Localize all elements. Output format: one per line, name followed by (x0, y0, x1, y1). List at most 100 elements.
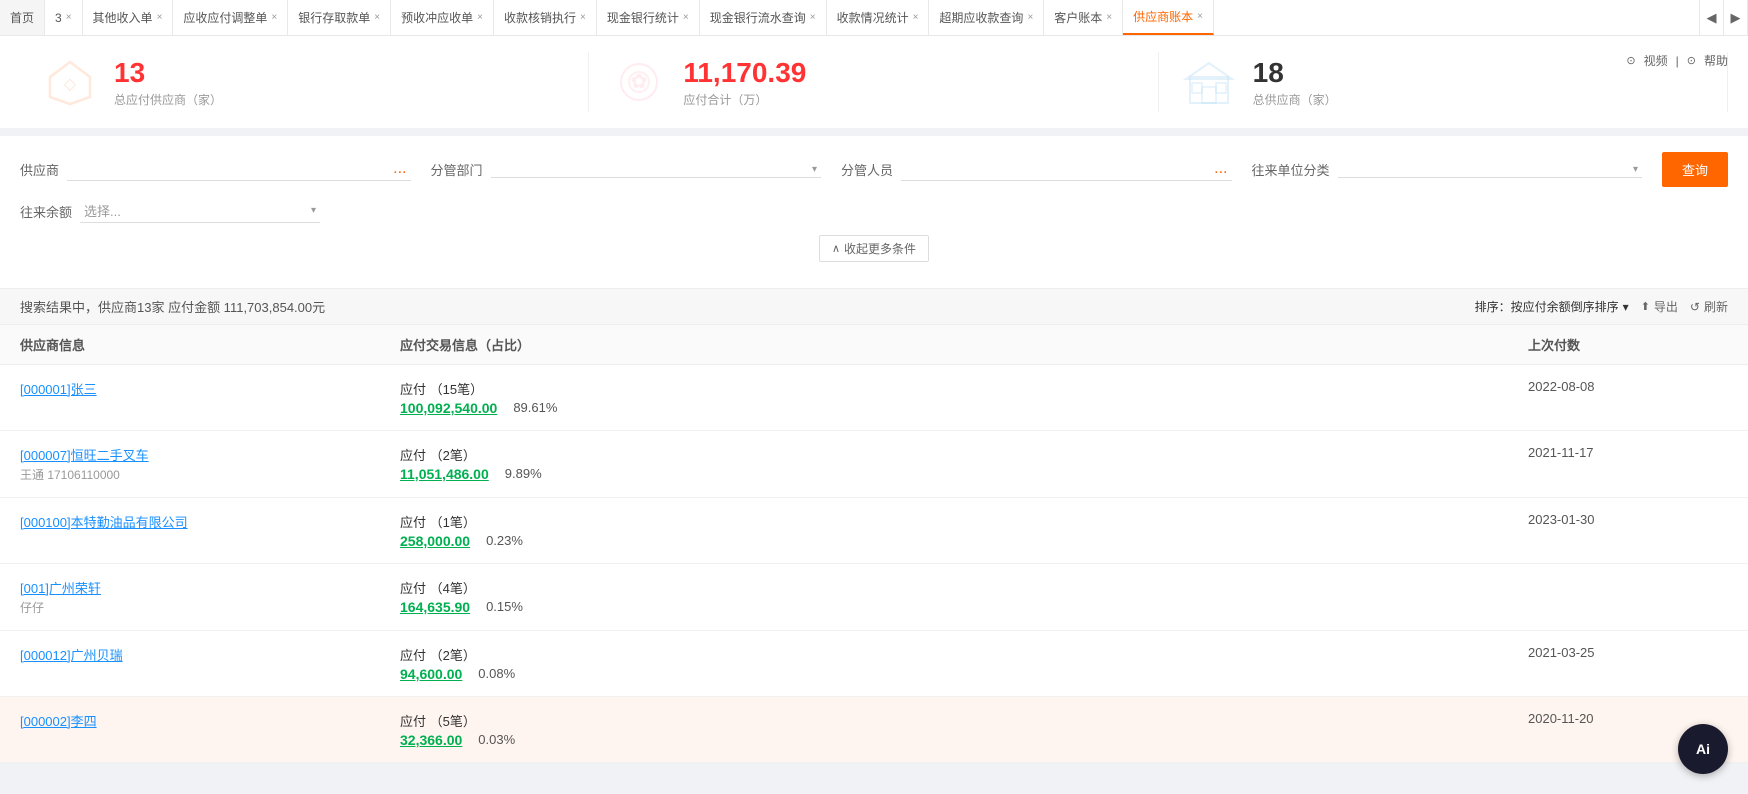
payable-count-2: （1笔） (430, 515, 476, 530)
table-row[interactable]: [001]广州荣轩 仔仔 应付 （4笔） 164,635.90 0.15% (0, 564, 1748, 631)
tab-cash-bank-stat[interactable]: 现金银行统计 × (597, 0, 700, 35)
tab-payment-stat[interactable]: 收款情况统计 × (827, 0, 930, 35)
help-link[interactable]: 帮助 (1704, 52, 1728, 69)
filter-balance: 往来余额 选择... ▾ (20, 199, 320, 223)
refresh-button[interactable]: ↺ 刷新 (1690, 298, 1728, 315)
query-button[interactable]: 查询 (1662, 152, 1728, 187)
payable-suppliers-label: 总应付供应商（家） (114, 91, 222, 108)
supplier-link-3[interactable]: [001]广州荣轩 (20, 578, 400, 597)
tab-customer-book[interactable]: 客户账本 × (1044, 0, 1123, 35)
tab-overdue-query[interactable]: 超期应收款查询 × (929, 0, 1044, 35)
table-row[interactable]: [000001]张三 应付 （15笔） 100,092,540.00 89.61… (0, 365, 1748, 431)
sort-dropdown[interactable]: 排序：按应付余额倒序排序 ▾ (1475, 298, 1629, 315)
tab-3-close[interactable]: × (66, 12, 72, 23)
nav-right-arrow[interactable]: ▶ (1724, 0, 1748, 36)
close-payment-verify[interactable]: × (580, 12, 586, 23)
payable-label-5: 应付 （5笔） (400, 711, 1528, 730)
tx-amount-4[interactable]: 94,600.00 (400, 666, 462, 682)
close-cash-bank-stat[interactable]: × (683, 12, 689, 23)
supplier-cell-4: [000012]广州贝瑞 (20, 645, 400, 664)
close-other-income[interactable]: × (157, 12, 163, 23)
nav-left-arrow[interactable]: ◀ (1700, 0, 1724, 36)
collapse-button[interactable]: ∧ 收起更多条件 (819, 235, 929, 262)
video-icon: ⊙ (1626, 54, 1635, 67)
balance-chevron-icon: ▾ (311, 205, 316, 216)
close-ar-ap[interactable]: × (271, 12, 277, 23)
tab-supplier-book[interactable]: 供应商账本 × (1123, 0, 1214, 35)
collapse-up-icon: ∧ (832, 242, 840, 255)
table-row[interactable]: [000100]本特勤油品有限公司 应付 （1笔） 258,000.00 0.2… (0, 498, 1748, 564)
ai-button[interactable]: Ai (1678, 724, 1728, 774)
person-label: 分管人员 (841, 160, 893, 179)
tab-bank-label: 银行存取款单 (298, 9, 370, 26)
video-link[interactable]: 视频 (1644, 52, 1668, 69)
payable-text-1: 应付 (400, 448, 430, 463)
refresh-label: 刷新 (1704, 298, 1728, 315)
payable-total-amount: 11,170.39 (683, 56, 806, 90)
tab-cash-bank-query[interactable]: 现金银行流水查询 × (700, 0, 827, 35)
export-button[interactable]: ⬆ 导出 (1641, 298, 1678, 315)
dept-select-wrapper[interactable]: ▾ (491, 162, 821, 178)
svg-text:◇: ◇ (64, 76, 77, 93)
person-dots-btn[interactable]: ... (1214, 160, 1227, 178)
lastpay-cell-0: 2022-08-08 (1528, 379, 1728, 394)
supplier-dots-btn[interactable]: ... (393, 160, 406, 178)
tab-payment-verify[interactable]: 收款核销执行 × (494, 0, 597, 35)
filter-person: 分管人员 ... (841, 158, 1232, 181)
ai-label: Ai (1696, 741, 1710, 757)
tx-row-5: 32,366.00 0.03% (400, 730, 1528, 748)
tab-advance-label: 预收冲应收单 (401, 9, 473, 26)
close-overdue[interactable]: × (1027, 12, 1033, 23)
tx-amount-3[interactable]: 164,635.90 (400, 599, 470, 615)
table-row[interactable]: [000012]广州贝瑞 应付 （2笔） 94,600.00 0.08% 202… (0, 631, 1748, 697)
supplier-link-2[interactable]: [000100]本特勤油品有限公司 (20, 512, 400, 531)
tab-other-income[interactable]: 其他收入单 × (83, 0, 174, 35)
tx-amount-2[interactable]: 258,000.00 (400, 533, 470, 549)
tab-ar-ap-adjust[interactable]: 应收应付调整单 × (173, 0, 288, 35)
payable-total-label: 应付合计（万） (683, 91, 806, 108)
tab-payment-verify-label: 收款核销执行 (504, 9, 576, 26)
tab-bank-deposit[interactable]: 银行存取款单 × (288, 0, 391, 35)
tx-amount-1[interactable]: 11,051,486.00 (400, 466, 489, 482)
col-header-transaction: 应付交易信息（占比） (400, 335, 1528, 354)
payable-label-0: 应付 （15笔） (400, 379, 1528, 398)
lastpay-date-2: 2023-01-30 (1528, 512, 1595, 527)
lastpay-date-5: 2020-11-20 (1528, 711, 1594, 726)
tab-3[interactable]: 3 × (45, 0, 83, 35)
close-customer[interactable]: × (1106, 12, 1112, 23)
data-table: 供应商信息 应付交易信息（占比） 上次付数 [000001]张三 应付 （15笔… (0, 325, 1748, 763)
category-select-wrapper[interactable]: ▾ (1338, 162, 1642, 178)
tab-other-income-label: 其他收入单 (93, 9, 153, 26)
payable-text-2: 应付 (400, 515, 430, 530)
close-payment-stat[interactable]: × (913, 12, 919, 23)
close-supplier[interactable]: × (1197, 11, 1203, 22)
balance-select-wrapper[interactable]: 选择... ▾ (80, 199, 320, 223)
tab-payment-stat-label: 收款情况统计 (837, 9, 909, 26)
close-bank[interactable]: × (374, 12, 380, 23)
supplier-link-1[interactable]: [000007]恒旺二手叉车 (20, 445, 400, 464)
table-row[interactable]: [000002]李四 应付 （5笔） 32,366.00 0.03% 2020-… (0, 697, 1748, 763)
lastpay-date-1: 2021-11-17 (1528, 445, 1594, 460)
tab-overdue-label: 超期应收款查询 (939, 9, 1023, 26)
supplier-link-4[interactable]: [000012]广州贝瑞 (20, 645, 400, 664)
diamond-icon: ◇ (40, 52, 100, 112)
tx-row-4: 94,600.00 0.08% (400, 664, 1528, 682)
supplier-link-0[interactable]: [000001]张三 (20, 379, 400, 398)
filter-category: 往来单位分类 ▾ (1252, 160, 1643, 179)
close-cash-bank-query[interactable]: × (810, 12, 816, 23)
supplier-link-5[interactable]: [000002]李四 (20, 711, 400, 730)
category-chevron-icon: ▾ (1633, 164, 1638, 175)
tx-amount-5[interactable]: 32,366.00 (400, 732, 462, 748)
filter-dept: 分管部门 ▾ (431, 160, 822, 179)
payable-label-1: 应付 （2笔） (400, 445, 1528, 464)
tx-amount-0[interactable]: 100,092,540.00 (400, 400, 497, 416)
payable-suppliers-content: 13 总应付供应商（家） (114, 56, 222, 109)
payable-label-3: 应付 （4笔） (400, 578, 1528, 597)
tab-home[interactable]: 首页 (0, 0, 45, 35)
transaction-cell-1: 应付 （2笔） 11,051,486.00 9.89% (400, 445, 1528, 482)
payable-count-1: （2笔） (430, 448, 476, 463)
payable-count-4: （2笔） (430, 648, 476, 663)
close-advance[interactable]: × (477, 12, 483, 23)
table-row[interactable]: [000007]恒旺二手叉车 王通 17106110000 应付 （2笔） 11… (0, 431, 1748, 498)
tab-advance-ar[interactable]: 预收冲应收单 × (391, 0, 494, 35)
